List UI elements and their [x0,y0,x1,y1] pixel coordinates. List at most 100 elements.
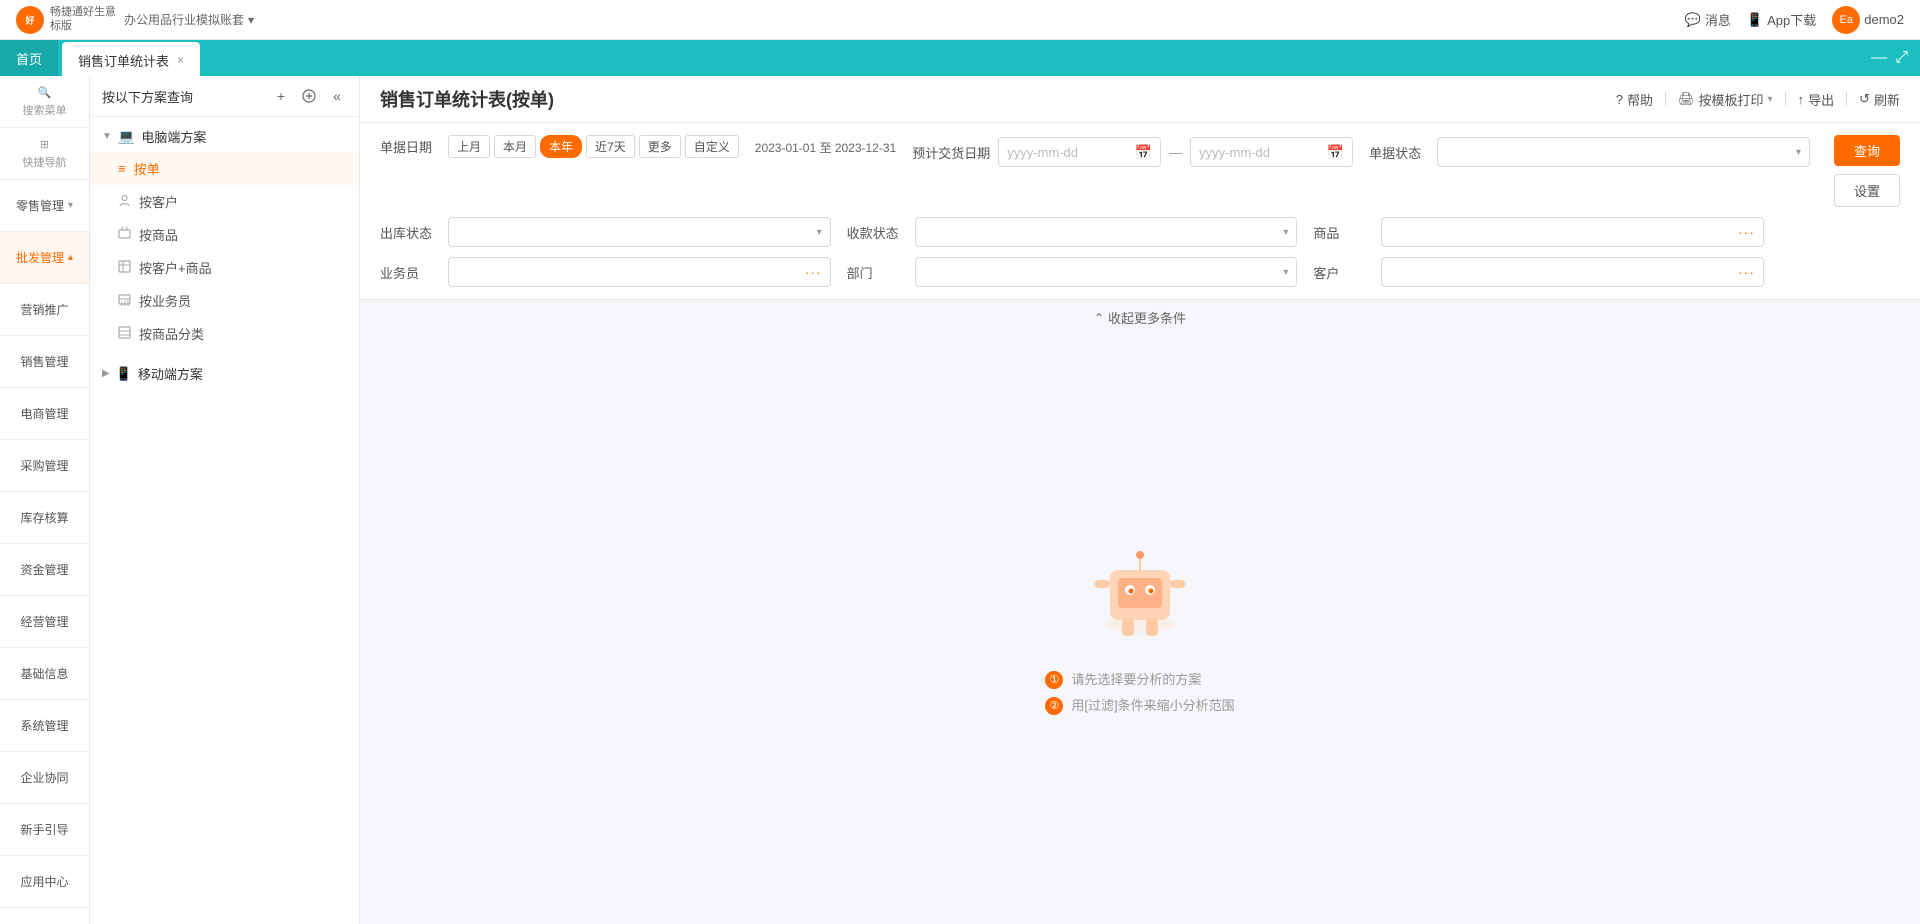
sidebar-system-label: 系统管理 [20,717,68,734]
logo-icon: 好 [16,6,44,34]
empty-tip-1: ① 请先选择要分析的方案 [1045,667,1234,693]
payment-label: 收款状态 [847,223,907,242]
sidebar: 🔍 搜索菜单 ⊞ 快捷导航 零售管理 ▾ 批发管理 ▴ 营销推广 销售管理 电商… [0,76,90,924]
help-label: 帮助 [1627,90,1653,109]
sidebar-item-app-center[interactable]: 应用中心 [0,856,89,908]
scheme-salesperson-label: 按业务员 [139,291,191,310]
sidebar-item-marketing[interactable]: 营销推广 [0,284,89,336]
sidebar-search[interactable]: 🔍 搜索菜单 [0,76,89,128]
refresh-icon: ↺ [1859,91,1870,107]
scheme-order-icon: ≡ [118,161,126,176]
pc-group-collapse-icon: ▼ [102,131,112,142]
payment-select[interactable]: ▾ [915,217,1298,247]
svg-text:好: 好 [24,14,34,25]
sidebar-item-operations[interactable]: 经营管理 [0,596,89,648]
scheme-item-by-customer-goods[interactable]: 按客户+商品 [90,251,359,284]
sidebar-item-basic-info[interactable]: 基础信息 [0,648,89,700]
scheme-item-by-order[interactable]: ≡ 按单 [90,152,359,185]
sidebar-retail-arrow: ▾ [68,200,73,211]
empty-state: ① 请先选择要分析的方案 ② 用[过滤]条件来缩小分析范围 [360,335,1920,924]
export-btn[interactable]: ↑ 导出 [1798,90,1835,109]
print-label: 按模板打印 [1699,90,1764,109]
help-btn[interactable]: ? 帮助 [1616,90,1653,109]
sidebar-operations-label: 经营管理 [20,613,68,630]
download-btn[interactable]: 📱 App下载 [1747,10,1816,29]
department-label: 部门 [847,263,907,282]
status-label: 单据状态 [1369,143,1429,162]
add-scheme-btn[interactable]: + [271,86,291,106]
customer-more-icon[interactable]: ··· [1738,264,1755,280]
tab-home-label: 首页 [16,49,42,68]
mobile-group-collapse-icon: ▶ [102,368,110,379]
scheme-item-by-category[interactable]: 按商品分类 [90,317,359,350]
mobile-scheme-group-header[interactable]: ▶ 📱 移动端方案 [90,358,359,389]
salesperson-select[interactable]: ··· [448,257,831,287]
content-area: 按以下方案查询 + « ▼ 💻 电脑端方案 ≡ 按单 [90,76,1920,924]
logo-area: 好 畅捷通好生意 标版 [16,6,116,34]
date-btn-last-month[interactable]: 上月 [448,135,490,158]
tip-number-2: ② [1045,697,1063,715]
pc-scheme-group: ▼ 💻 电脑端方案 ≡ 按单 按客户 [90,117,359,354]
sidebar-item-purchase[interactable]: 采购管理 [0,440,89,492]
sidebar-guide-label: 新手引导 [20,821,68,838]
tab-close-icon[interactable]: × [177,53,184,67]
goods-select[interactable]: ··· [1381,217,1764,247]
date-btn-this-year[interactable]: 本年 [540,135,582,158]
message-btn[interactable]: 💬 消息 [1685,10,1731,29]
sidebar-wholesale-label: 批发管理 [16,249,64,266]
edit-scheme-btn[interactable] [299,86,319,106]
right-main: 销售订单统计表(按单) ? 帮助 🖨 按模板打印 ▾ ↑ [360,76,1920,924]
scheme-item-by-customer[interactable]: 按客户 [90,185,359,218]
sidebar-ecommerce-label: 电商管理 [20,405,68,422]
scheme-item-by-goods[interactable]: 按商品 [90,218,359,251]
sidebar-item-wholesale[interactable]: 批发管理 ▴ [0,232,89,284]
tab-active[interactable]: 销售订单统计表 × [62,42,200,78]
sidebar-item-sales[interactable]: 销售管理 [0,336,89,388]
shipment-select[interactable]: ▾ [448,217,831,247]
goods-more-icon[interactable]: ··· [1738,224,1755,240]
refresh-btn[interactable]: ↺ 刷新 [1859,90,1900,109]
date-shortcuts: 上月 本月 本年 近7天 更多 自定义 [448,135,739,158]
sidebar-item-guide[interactable]: 新手引导 [0,804,89,856]
sidebar-item-retail[interactable]: 零售管理 ▾ [0,180,89,232]
customer-select[interactable]: ··· [1381,257,1764,287]
scheme-goods-icon [118,227,131,243]
date-btn-7days[interactable]: 近7天 [586,135,635,158]
collapse-panel-btn[interactable]: « [327,86,347,106]
mobile-icon: 📱 [116,366,132,382]
date-btn-more[interactable]: 更多 [639,135,681,158]
window-minimize-icon[interactable]: — [1871,49,1887,67]
pc-scheme-group-header[interactable]: ▼ 💻 电脑端方案 [90,121,359,152]
date-btn-this-month[interactable]: 本月 [494,135,536,158]
print-btn[interactable]: 🖨 按模板打印 ▾ [1678,90,1773,109]
user-area[interactable]: Ea demo2 [1832,6,1904,34]
sidebar-basic-info-label: 基础信息 [20,665,68,682]
sidebar-item-finance[interactable]: 资金管理 [0,544,89,596]
sidebar-item-collaboration[interactable]: 企业协同 [0,752,89,804]
top-bar-right: 💬 消息 📱 App下载 Ea demo2 [1685,6,1904,34]
sidebar-item-ecommerce[interactable]: 电商管理 [0,388,89,440]
status-select[interactable]: ▾ [1437,137,1810,167]
window-maximize-icon[interactable]: ⤢ [1895,49,1908,67]
sidebar-item-system[interactable]: 系统管理 [0,700,89,752]
collapse-bar[interactable]: ⌃ 收起更多条件 [360,300,1920,335]
expected-date-end-input[interactable]: yyyy-mm-dd 📅 [1190,137,1353,167]
date-btn-custom[interactable]: 自定义 [685,135,739,158]
expected-date-start-input[interactable]: yyyy-mm-dd 📅 [998,137,1161,167]
scheme-item-by-salesperson[interactable]: 按业务员 [90,284,359,317]
department-select[interactable]: ▾ [915,257,1298,287]
setting-button[interactable]: 设置 [1834,174,1900,207]
logo-subtitle: 标版 [50,20,116,33]
left-panel: 按以下方案查询 + « ▼ 💻 电脑端方案 ≡ 按单 [90,76,360,924]
sidebar-quick-nav[interactable]: ⊞ 快捷导航 [0,128,89,180]
salesperson-more-icon[interactable]: ··· [805,264,822,280]
query-button[interactable]: 查询 [1834,135,1900,166]
breadcrumb-arrow-icon[interactable]: ▾ [248,13,254,27]
nav-icon: ⊞ [40,138,49,151]
scheme-cg-label: 按客户+商品 [139,258,212,277]
scheme-customer-label: 按客户 [139,192,178,211]
sidebar-item-inventory[interactable]: 库存核算 [0,492,89,544]
sidebar-purchase-label: 采购管理 [20,457,68,474]
sidebar-item-wechat[interactable]: 企业微信 [0,908,89,924]
tab-home[interactable]: 首页 [0,40,58,76]
